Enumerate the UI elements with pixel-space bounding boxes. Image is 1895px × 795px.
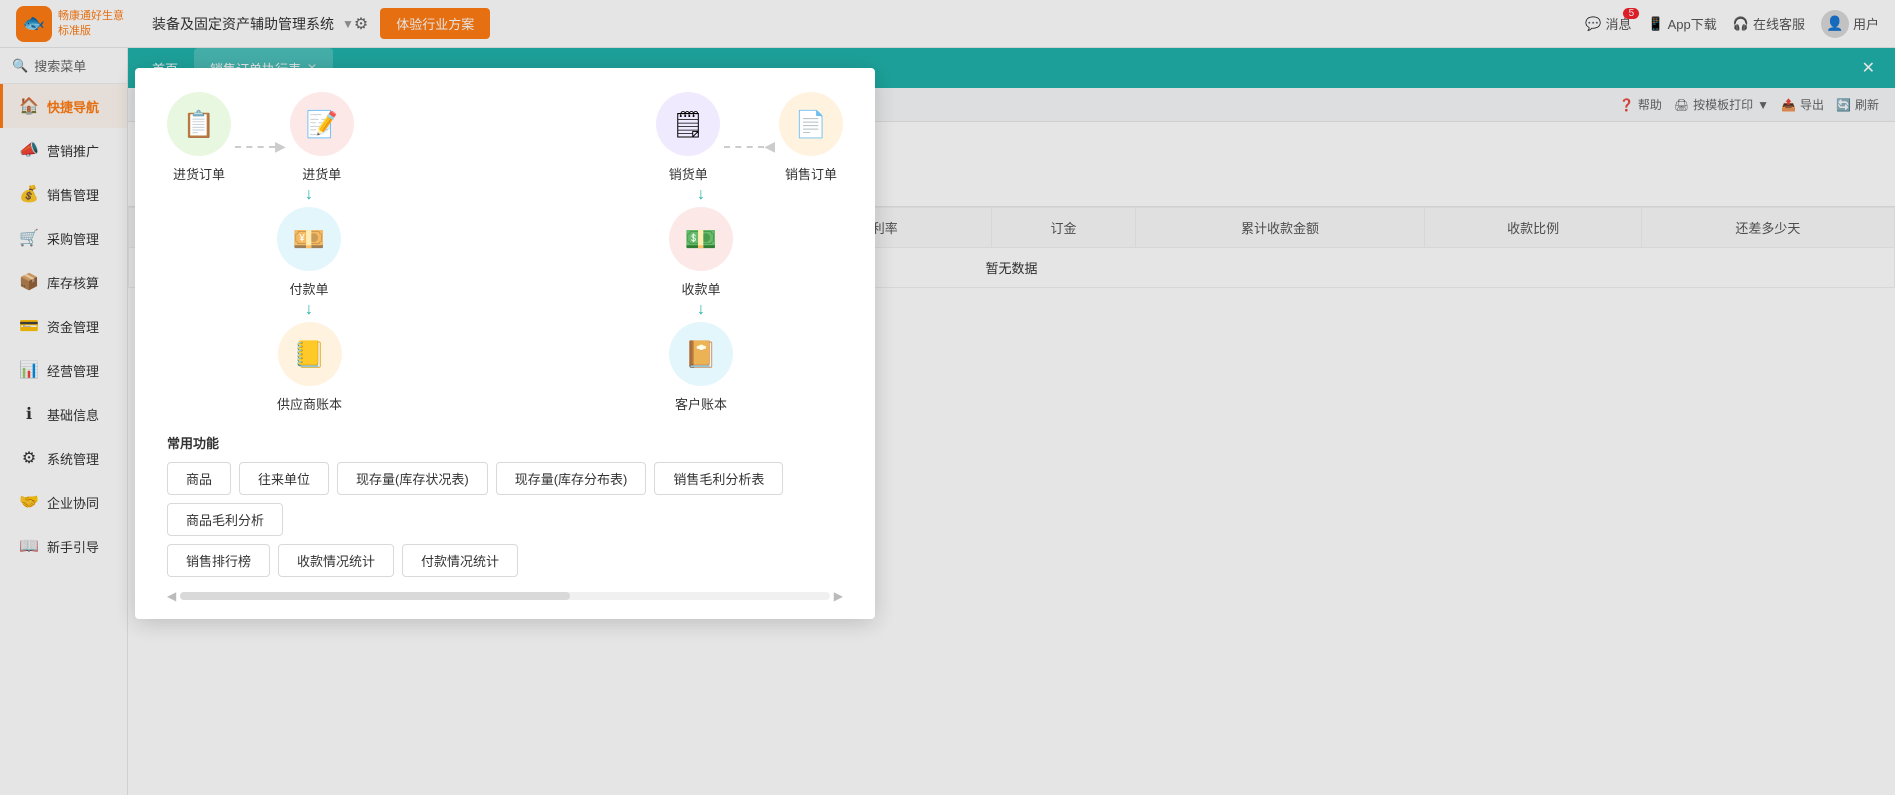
purchase-order-icon: 📋	[167, 92, 231, 156]
supplier-account-label: 供应商账本	[277, 394, 342, 413]
func-btn-sales-rank[interactable]: 销售排行榜	[167, 544, 270, 577]
arrow-v-sales: ↓	[697, 187, 705, 203]
func-btn-product-profit[interactable]: 商品毛利分析	[167, 503, 283, 536]
flow-node-sales-order[interactable]: 📄 销售订单	[779, 92, 843, 183]
flow-node-purchase-bill[interactable]: 📝 进货单	[290, 92, 354, 183]
func-btn-stock-dist[interactable]: 现存量(库存分布表)	[496, 462, 647, 495]
func-btn-sales-profit[interactable]: 销售毛利分析表	[654, 462, 783, 495]
flow-node-purchase-order[interactable]: 📋 进货订单	[167, 92, 231, 183]
common-functions: 常用功能 商品 往来单位 现存量(库存状况表) 现存量(库存分布表) 销售毛利分…	[167, 433, 843, 577]
common-functions-title: 常用功能	[167, 433, 843, 452]
arrow-v-receipt: ↓	[697, 302, 705, 318]
arrow-v-payment: ↓	[305, 302, 313, 318]
arrow-h1: ▶	[235, 138, 286, 183]
sales-order-label: 销售订单	[785, 164, 837, 183]
func-grid-row1: 商品 往来单位 现存量(库存状况表) 现存量(库存分布表) 销售毛利分析表 商品…	[167, 462, 843, 536]
func-btn-stock-status[interactable]: 现存量(库存状况表)	[337, 462, 488, 495]
customer-account-icon: 📔	[669, 322, 733, 386]
func-btn-counterpart[interactable]: 往来单位	[239, 462, 329, 495]
scrollbar-track[interactable]	[180, 592, 830, 600]
sales-bill-label: 销货单	[669, 164, 708, 183]
purchase-order-label: 进货订单	[173, 164, 225, 183]
flow-node-customer-account[interactable]: 📔 客户账本	[669, 322, 733, 413]
purchase-bill-label: 进货单	[302, 164, 341, 183]
payment-bill-icon: 💴	[277, 207, 341, 271]
popup-scrollbar: ◀ ▶	[167, 589, 843, 603]
arrow-v-purchase: ↓	[305, 187, 313, 203]
func-btn-receipt-stats[interactable]: 收款情况统计	[278, 544, 394, 577]
flow-node-receipt-bill[interactable]: 💵 收款单	[669, 207, 733, 298]
scroll-right-icon[interactable]: ▶	[834, 589, 843, 603]
supplier-account-icon: 📒	[278, 322, 342, 386]
scroll-left-icon[interactable]: ◀	[167, 589, 176, 603]
sales-order-icon: 📄	[779, 92, 843, 156]
popup-overlay[interactable]: 📋 进货订单 ▶ 📝 进货单	[0, 0, 1895, 795]
sales-bill-icon: 🗒	[656, 92, 720, 156]
flow-node-payment-bill[interactable]: 💴 付款单	[277, 207, 341, 298]
receipt-bill-label: 收款单	[681, 279, 720, 298]
customer-account-label: 客户账本	[675, 394, 727, 413]
func-btn-payment-stats[interactable]: 付款情况统计	[402, 544, 518, 577]
flow-node-sales-bill[interactable]: 🗒 销货单	[656, 92, 720, 183]
arrow-h2: ◀	[724, 138, 775, 183]
func-btn-product[interactable]: 商品	[167, 462, 231, 495]
func-grid-row2: 销售排行榜 收款情况统计 付款情况统计	[167, 544, 843, 577]
scrollbar-thumb	[180, 592, 570, 600]
popup-dialog: 📋 进货订单 ▶ 📝 进货单	[135, 68, 875, 619]
payment-bill-label: 付款单	[289, 279, 328, 298]
flow-node-supplier-account[interactable]: 📒 供应商账本	[277, 322, 342, 413]
receipt-bill-icon: 💵	[669, 207, 733, 271]
purchase-bill-icon: 📝	[290, 92, 354, 156]
